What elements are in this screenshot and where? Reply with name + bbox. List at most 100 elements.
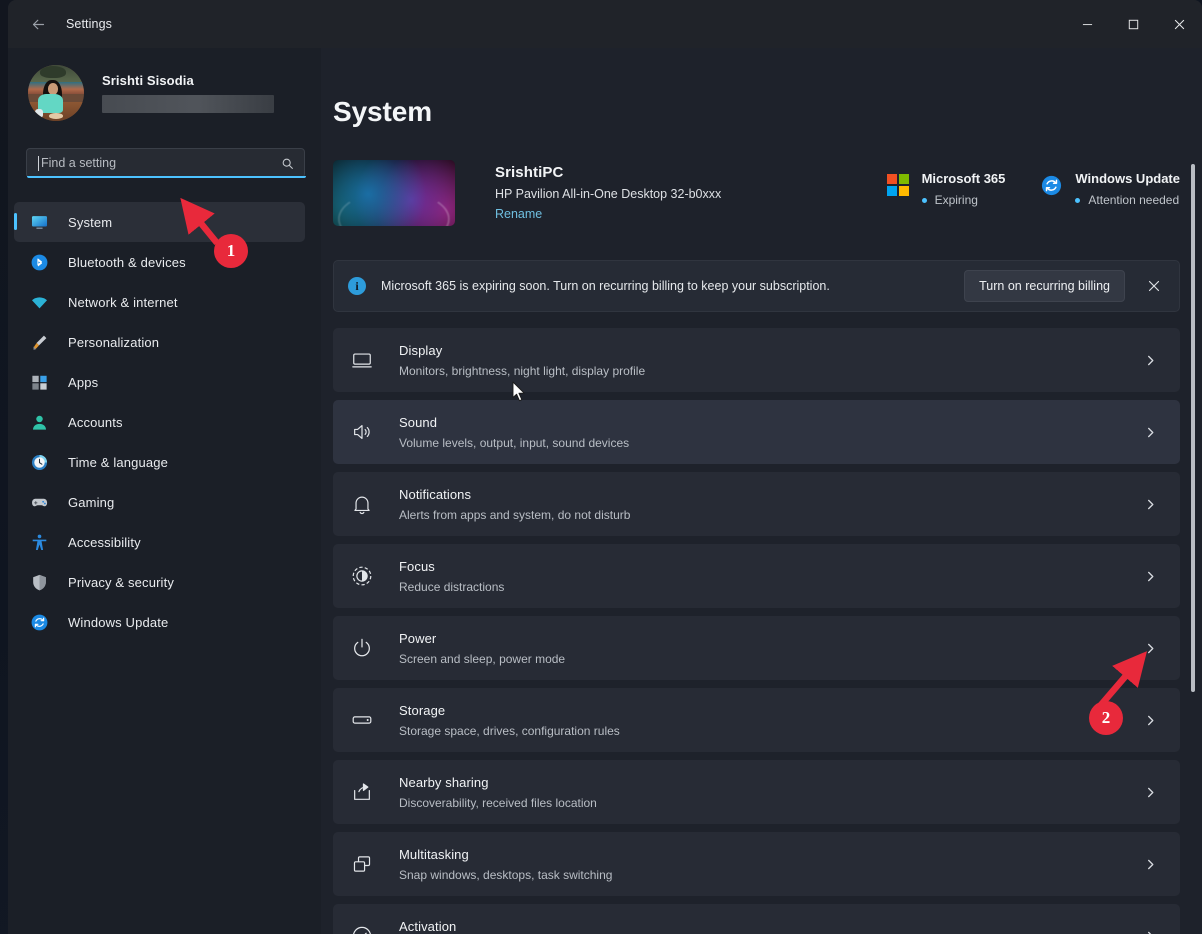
row-subtitle: Reduce distractions [399,580,1138,594]
sidebar-item-windows-update[interactable]: Windows Update [14,602,305,642]
account-name: Srishti Sisodia [102,73,274,88]
minimize-button[interactable] [1064,0,1110,48]
text-caret [38,156,39,171]
chevron-right-icon[interactable] [1138,499,1162,510]
banner-message: Microsoft 365 is expiring soon. Turn on … [381,279,964,293]
search-input[interactable] [39,156,281,170]
back-arrow-icon [30,16,47,33]
chevron-right-icon[interactable] [1138,355,1162,366]
settings-row-focus[interactable]: Focus Reduce distractions [333,544,1180,608]
row-title: Activation [399,919,456,934]
rename-link[interactable]: Rename [495,207,721,221]
main-content: System SrishtiPC HP Pavilion All-in-One … [321,48,1202,934]
wifi-icon [28,291,50,313]
banner-close-button[interactable] [1139,271,1169,301]
microsoft-logo-icon [886,173,910,197]
back-button[interactable] [16,8,60,40]
maximize-icon [1128,19,1139,30]
chevron-right-icon[interactable] [1138,787,1162,798]
sidebar-item-system[interactable]: System [14,202,305,242]
sidebar-item-label: Gaming [68,495,114,510]
monitor-outline-icon [349,347,375,373]
status-card-title: Microsoft 365 [922,171,1006,186]
sidebar-item-privacy-security[interactable]: Privacy & security [14,562,305,602]
row-subtitle: Volume levels, output, input, sound devi… [399,436,1138,450]
window-controls [1064,0,1202,48]
drive-icon [349,707,375,733]
sidebar-item-accessibility[interactable]: Accessibility [14,522,305,562]
search-focus-underline [27,176,306,178]
row-subtitle: Snap windows, desktops, task switching [399,868,1138,882]
settings-row-sound[interactable]: Sound Volume levels, output, input, soun… [333,400,1180,464]
scrollbar-thumb[interactable] [1191,164,1195,692]
sidebar-item-time-language[interactable]: Time & language [14,442,305,482]
power-icon [349,635,375,661]
settings-row-storage[interactable]: Storage Storage space, drives, configura… [333,688,1180,752]
settings-row-display[interactable]: Display Monitors, brightness, night ligh… [333,328,1180,392]
person-icon [28,411,50,433]
page-title: System [321,48,1202,128]
sidebar-item-bluetooth-devices[interactable]: Bluetooth & devices [14,242,305,282]
close-button[interactable] [1156,0,1202,48]
share-icon [349,779,375,805]
settings-row-notifications[interactable]: Notifications Alerts from apps and syste… [333,472,1180,536]
account-block[interactable]: Srishti Sisodia [8,52,321,126]
maximize-button[interactable] [1110,0,1156,48]
row-subtitle: Discoverability, received files location [399,796,1138,810]
search-icon[interactable] [281,157,294,170]
accessibility-icon [28,531,50,553]
chevron-right-icon[interactable] [1138,427,1162,438]
status-card-title: Windows Update [1075,171,1180,186]
row-subtitle: Monitors, brightness, night light, displ… [399,364,1138,378]
bell-icon [349,491,375,517]
sidebar: Srishti Sisodia [8,48,321,934]
settings-row-power[interactable]: Power Screen and sleep, power mode [333,616,1180,680]
status-dot [922,198,927,203]
update-sync-icon [1039,173,1063,197]
search-box[interactable] [26,148,305,178]
device-model: HP Pavilion All-in-One Desktop 32-b0xxx [495,187,721,201]
sidebar-item-gaming[interactable]: Gaming [14,482,305,522]
settings-row-nearby-sharing[interactable]: Nearby sharing Discoverability, received… [333,760,1180,824]
row-subtitle: Screen and sleep, power mode [399,652,1138,666]
row-title: Multitasking [399,847,469,862]
scrollbar-track[interactable] [1187,48,1199,934]
row-title: Notifications [399,487,471,502]
gamepad-icon [28,491,50,513]
settings-row-storage-chevron[interactable] [1138,715,1162,726]
turn-on-recurring-billing-button[interactable]: Turn on recurring billing [964,270,1125,302]
chevron-right-icon[interactable] [1138,931,1162,934]
sidebar-item-label: Bluetooth & devices [68,255,186,270]
sidebar-item-label: Apps [68,375,98,390]
status-card-windows-update[interactable]: Windows Update Attention needed [1039,170,1180,207]
sidebar-item-label: Network & internet [68,295,178,310]
bluetooth-icon [28,251,50,273]
chevron-right-icon[interactable] [1138,643,1162,654]
chevron-right-icon[interactable] [1138,571,1162,582]
mouse-cursor [512,381,526,402]
clock-icon [28,451,50,473]
speaker-icon [349,419,375,445]
row-title: Power [399,631,436,646]
settings-window: Settings [8,0,1202,934]
row-title: Nearby sharing [399,775,489,790]
sidebar-item-network-internet[interactable]: Network & internet [14,282,305,322]
sidebar-item-apps[interactable]: Apps [14,362,305,402]
row-title: Storage [399,703,445,718]
settings-rows-list: Display Monitors, brightness, night ligh… [333,328,1180,934]
shield-icon [28,571,50,593]
sidebar-item-personalization[interactable]: Personalization [14,322,305,362]
window-title: Settings [66,17,112,31]
sidebar-item-label: System [68,215,112,230]
sidebar-nav: System Bluetooth & devices [8,202,321,642]
settings-row-activation[interactable]: Activation Activation state, subscriptio… [333,904,1180,934]
device-header: SrishtiPC HP Pavilion All-in-One Desktop… [321,128,1202,226]
chevron-right-icon[interactable] [1138,859,1162,870]
info-icon: i [348,277,366,295]
sidebar-item-label: Personalization [68,335,159,350]
settings-row-multitasking[interactable]: Multitasking Snap windows, desktops, tas… [333,832,1180,896]
sidebar-item-accounts[interactable]: Accounts [14,402,305,442]
row-subtitle: Storage space, drives, configuration rul… [399,724,1138,738]
monitor-icon [28,211,50,233]
status-card-microsoft-365[interactable]: Microsoft 365 Expiring [886,170,1006,207]
